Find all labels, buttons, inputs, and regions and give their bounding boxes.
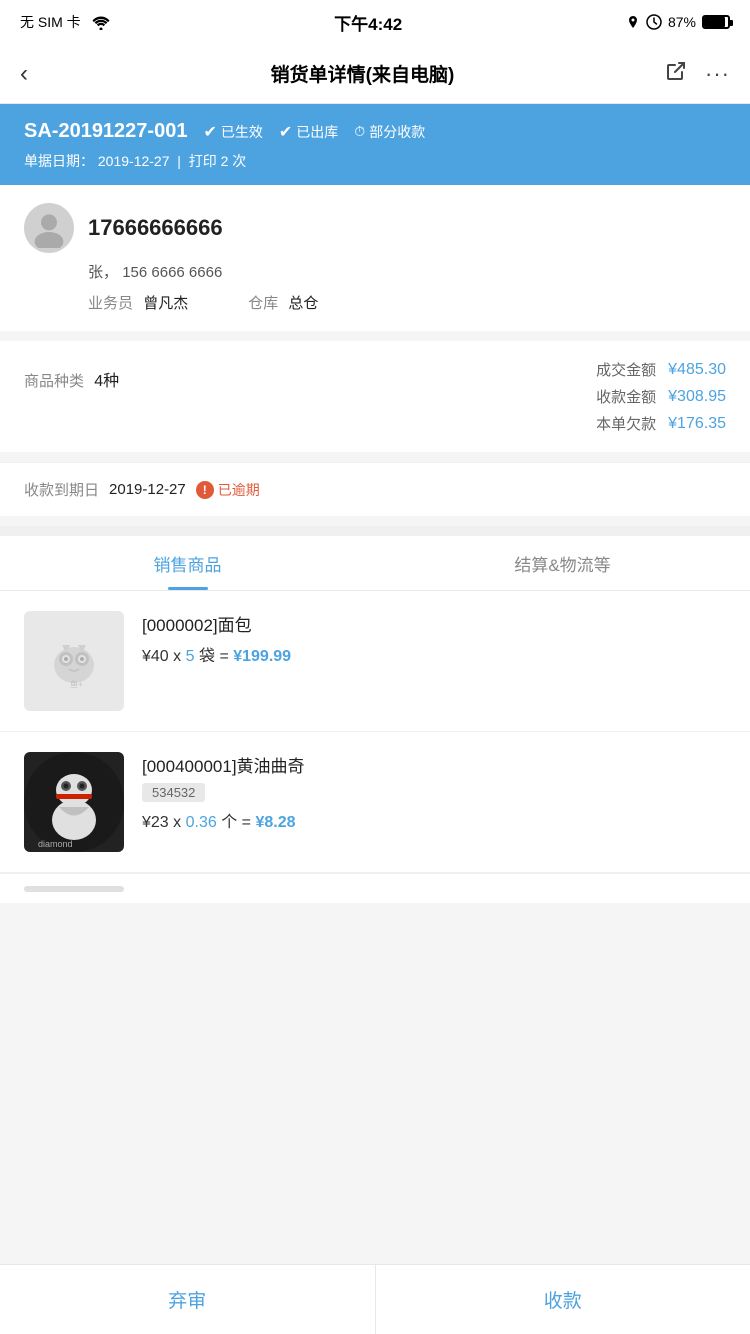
share-button[interactable] <box>665 60 687 88</box>
cancel-button[interactable]: 弃审 <box>0 1265 376 1334</box>
more-button[interactable]: ··· <box>705 61 730 87</box>
product-item-2: diamond [000400001]黄油曲奇 534532 ¥23 x 0.3… <box>0 732 750 873</box>
tab-settlement[interactable]: 结算&物流等 <box>375 536 750 590</box>
battery-percent: 87% <box>668 14 696 30</box>
stats-left: 商品种类 4种 <box>24 359 375 391</box>
product-list: 鱼+ [0000002]面包 ¥40 x 5 袋 = ¥199.99 <box>0 591 750 903</box>
customer-section: 17666666666 张， 156 6666 6666 业务员 曾凡杰 仓库 … <box>0 185 750 331</box>
nav-title: 销货单详情(来自电脑) <box>271 60 455 87</box>
badge-partial-payment: ⏱ 部分收款 <box>354 122 425 142</box>
nav-bar: ‹ 销货单详情(来自电脑) ··· <box>0 44 750 104</box>
product-name-2: [000400001]黄油曲奇 <box>142 752 726 777</box>
svg-text:diamond: diamond <box>38 839 73 849</box>
tabs-section: 销售商品 结算&物流等 <box>0 536 750 591</box>
badge-shipped: ✔ 已出库 <box>279 122 338 142</box>
overdue-badge: ! 已逾期 <box>196 480 260 500</box>
battery-icon <box>702 15 730 29</box>
debt-amount-row: 本单欠款 ¥176.35 <box>596 413 726 434</box>
product-info-1: [0000002]面包 ¥40 x 5 袋 = ¥199.99 <box>142 611 726 666</box>
deal-amount-row: 成交金额 ¥485.30 <box>596 359 726 380</box>
order-id: SA-20191227-001 <box>24 120 187 143</box>
customer-meta: 业务员 曾凡杰 仓库 总仓 <box>24 292 726 313</box>
stats-section: 商品种类 4种 成交金额 ¥485.30 收款金额 ¥308.95 本单欠款 ¥… <box>0 341 750 452</box>
order-date-row: 单据日期： 2019-12-27 | 打印 2 次 <box>24 151 726 171</box>
clock-icon <box>646 14 662 30</box>
sales-info: 业务员 曾凡杰 <box>88 292 188 313</box>
customer-avatar <box>24 203 74 253</box>
badge-active: ✔ 已生效 <box>203 122 262 142</box>
product-thumb-2: diamond <box>24 752 124 852</box>
stats-right: 成交金额 ¥485.30 收款金额 ¥308.95 本单欠款 ¥176.35 <box>375 359 726 434</box>
svg-text:鱼+: 鱼+ <box>70 679 83 689</box>
received-amount-row: 收款金额 ¥308.95 <box>596 386 726 407</box>
status-indicators: 87% <box>626 14 730 30</box>
product-name-1: [0000002]面包 <box>142 611 726 636</box>
due-date-section: 收款到期日 2019-12-27 ! 已逾期 <box>0 462 750 516</box>
product-tag-2: 534532 <box>142 783 205 802</box>
back-button[interactable]: ‹ <box>20 60 60 88</box>
product-price-1: ¥40 x 5 袋 = ¥199.99 <box>142 642 726 666</box>
carrier-wifi: 无 SIM 卡 <box>20 12 110 32</box>
status-time: 下午4:42 <box>334 10 402 35</box>
nav-actions: ··· <box>665 60 730 88</box>
confirm-payment-button[interactable]: 收款 <box>376 1265 750 1334</box>
status-bar: 无 SIM 卡 下午4:42 87% <box>0 0 750 44</box>
header-banner: SA-20191227-001 ✔ 已生效 ✔ 已出库 ⏱ 部分收款 单据日期：… <box>0 104 750 185</box>
section-divider <box>0 526 750 536</box>
warehouse-info: 仓库 总仓 <box>248 292 318 313</box>
product-price-2: ¥23 x 0.36 个 = ¥8.28 <box>142 808 726 832</box>
product-thumb-1: 鱼+ <box>24 611 124 711</box>
next-item-peek <box>0 873 750 903</box>
location-icon <box>626 15 640 29</box>
customer-contact: 张， 156 6666 6666 <box>24 261 726 282</box>
bottom-bar: 弃审 收款 <box>0 1264 750 1334</box>
overdue-icon: ! <box>196 481 214 499</box>
tab-sales-products[interactable]: 销售商品 <box>0 536 375 590</box>
product-item: 鱼+ [0000002]面包 ¥40 x 5 袋 = ¥199.99 <box>0 591 750 732</box>
customer-phone: 17666666666 <box>88 215 223 241</box>
tab-underline <box>168 587 208 590</box>
product-info-2: [000400001]黄油曲奇 534532 ¥23 x 0.36 个 = ¥8… <box>142 752 726 832</box>
